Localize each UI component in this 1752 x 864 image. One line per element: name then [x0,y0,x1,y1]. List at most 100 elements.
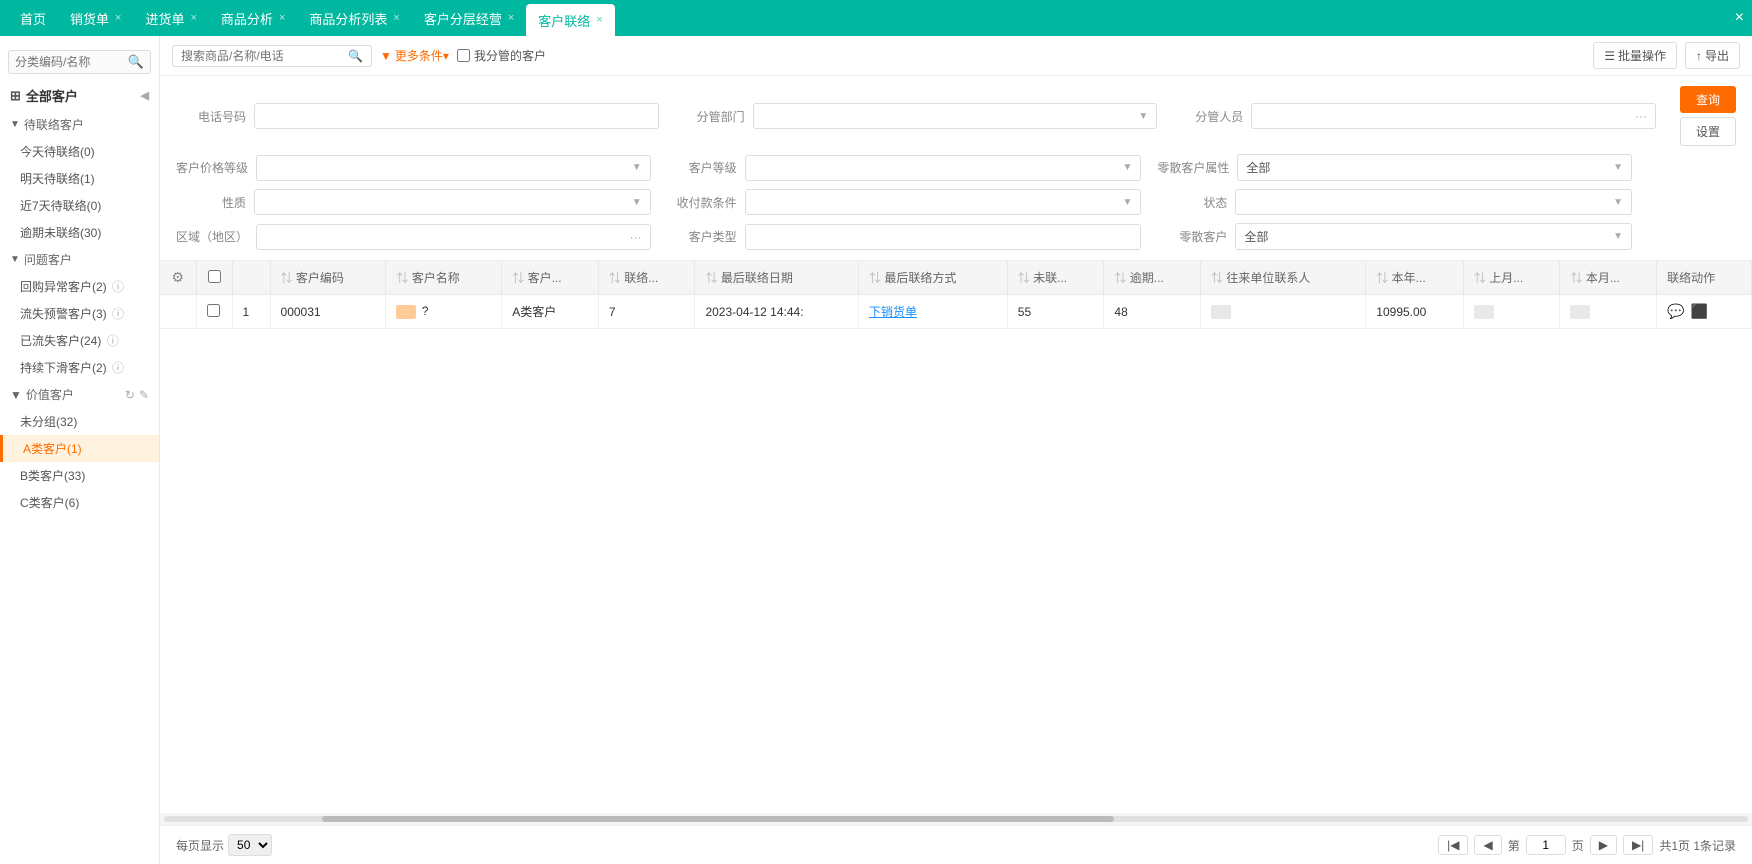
sort-handle-date: ⇅ [705,271,717,285]
close-tab-sales-icon[interactable]: × [115,12,121,24]
td-overdue: 48 [1104,295,1201,329]
price-select[interactable]: ▼ [256,155,651,181]
td-name: ? [386,295,502,329]
next-page-button[interactable]: ▶ [1590,835,1617,855]
sidebar-all-customers[interactable]: ⊞ 全部客户 ◀ [0,80,159,111]
nav-tab-sales[interactable]: 销货单 × [58,0,133,36]
region-select[interactable]: ··· [256,224,651,250]
nav-tab-analysis-list[interactable]: 商品分析列表 × [297,0,411,36]
page-input[interactable] [1526,835,1566,855]
th-type: ⇅ 客户... [502,261,599,295]
main-search-input[interactable] [181,49,348,63]
more-filters-button[interactable]: ▼ 更多条件 ▾ [380,47,449,64]
sidebar-item-today[interactable]: 今天待联络(0) [0,138,159,165]
section-problem-customers[interactable]: ▼ 问题客户 [0,246,159,273]
sidebar-search-box[interactable]: 🔍 [8,50,151,74]
query-button[interactable]: 查询 [1680,86,1736,113]
filter-cell-status: 状态 ▼ [1157,189,1648,215]
retail-attr-select[interactable]: 全部 ▼ [1237,154,1632,181]
sidebar-item-declining[interactable]: 持续下滑客户(2) ⓘ [0,354,159,381]
export-button[interactable]: ↑ 导出 [1685,42,1740,69]
refresh-icon[interactable]: ↻ [125,388,135,402]
chat-action-icon[interactable]: 💬 [1667,303,1684,320]
td-unit-contact [1201,295,1366,329]
level-select[interactable]: ▼ [745,155,1142,181]
filter-row-2: 客户价格等级 ▼ 客户等级 ▼ 零散客户属性 全部 [176,154,1736,181]
nav-tab-customer-contact[interactable]: 客户联络 × [526,4,614,36]
person-label: 分管人员 [1173,108,1243,125]
filter-cell-retail-attr: 零散客户属性 全部 ▼ [1157,154,1648,181]
sidebar-item-overdue[interactable]: 逾期未联络(30) [0,219,159,246]
sidebar-item-repurchase-abnormal[interactable]: 回购异常客户(2) ⓘ [0,273,159,300]
sort-handle-code: ⇅ [281,271,293,285]
close-tab-analysis-icon[interactable]: × [279,12,285,24]
info-icon-2: ⓘ [112,307,124,321]
filter-cell-retail-cust: 零散客户 全部 ▼ [1157,223,1648,250]
td-this-year: 10995.00 [1366,295,1464,329]
section-value-customers[interactable]: ▼ 价值客户 ↻ ✎ [0,381,159,408]
my-customers-check[interactable] [457,49,470,62]
status-select[interactable]: ▼ [1235,189,1632,215]
retail-cust-select[interactable]: 全部 ▼ [1235,223,1632,250]
close-tab-layer-icon[interactable]: × [508,12,514,24]
th-last-month: ⇅ 上月... [1463,261,1560,295]
qr-action-icon[interactable]: ⬛ [1691,303,1708,320]
sort-handle-name: ⇅ [396,271,408,285]
nature-select[interactable]: ▼ [254,189,651,215]
retail-attr-down-icon: ▼ [1613,162,1623,173]
filter-row-1: 电话号码 分管部门 ▼ 分管人员 ··· [176,86,1736,146]
table-hscroll[interactable] [160,813,1752,825]
per-page-select[interactable]: 50 [228,834,272,856]
dept-select[interactable]: ▼ [753,103,1158,129]
cust-type-select[interactable] [745,224,1142,250]
data-table: ⚙ ⇅ 客户编码 ⇅ 客户名称 [160,261,1752,329]
filter-cell-person: 分管人员 ··· [1173,103,1672,129]
level-down-icon: ▼ [1122,162,1132,173]
th-checkbox [196,261,232,295]
my-customers-checkbox[interactable]: 我分管的客户 [457,47,546,64]
region-label: 区域（地区） [176,228,248,245]
retail-attr-label: 零散客户属性 [1157,159,1229,176]
pay-select[interactable]: ▼ [745,189,1142,215]
hscroll-track [164,816,1748,822]
sidebar-item-c-class[interactable]: C类客户(6) [0,489,159,516]
close-all-button[interactable]: × [1735,9,1744,27]
close-tab-contact-icon[interactable]: × [596,14,602,26]
filter-cell-nature: 性质 ▼ [176,189,667,215]
td-check [196,295,232,329]
select-all-checkbox[interactable] [208,270,221,283]
name-redacted-blob [396,305,416,319]
sidebar-item-a-class[interactable]: A类客户(1) [0,435,159,462]
filter-icon: ▼ [380,49,392,63]
close-tab-purchase-icon[interactable]: × [190,12,196,24]
filter-cell-region: 区域（地区） ··· [176,224,667,250]
edit-icon[interactable]: ✎ [139,388,149,402]
first-page-button[interactable]: |◀ [1438,835,1468,855]
phone-input[interactable] [254,103,659,129]
batch-ops-button[interactable]: ☰ 批量操作 [1593,42,1677,69]
last-page-button[interactable]: ▶| [1623,835,1653,855]
settings-button[interactable]: 设置 [1680,117,1736,146]
prev-page-button[interactable]: ◀ [1474,835,1501,855]
sidebar-item-7days[interactable]: 近7天待联络(0) [0,192,159,219]
sidebar-search-input[interactable] [15,55,128,69]
nav-tab-purchase[interactable]: 进货单 × [133,0,208,36]
nav-tab-analysis[interactable]: 商品分析 × [209,0,297,36]
nav-home[interactable]: 首页 [8,0,58,36]
table-footer: 每页显示 50 |◀ ◀ 第 页 ▶ ▶| 共1页 1条记录 [160,825,1752,864]
row-checkbox[interactable] [207,304,220,317]
sort-handle-overdue: ⇅ [1114,271,1126,285]
close-tab-analysis-list-icon[interactable]: × [393,12,399,24]
last-method-link[interactable]: 下销货单 [869,305,917,319]
sidebar-item-ungroup[interactable]: 未分组(32) [0,408,159,435]
section-pending-contact[interactable]: ▼ 待联络客户 [0,111,159,138]
main-search-box[interactable]: 🔍 [172,45,372,67]
table-settings-button[interactable]: ⚙ [171,269,184,286]
sidebar-item-b-class[interactable]: B类客户(33) [0,462,159,489]
sidebar-item-tomorrow[interactable]: 明天待联络(1) [0,165,159,192]
person-select[interactable]: ··· [1251,103,1656,129]
nav-tab-customer-layer[interactable]: 客户分层经营 × [412,0,526,36]
sidebar-item-churned[interactable]: 已流失客户(24) ⓘ [0,327,159,354]
last-month-blob [1474,305,1494,319]
sidebar-item-churn-warning[interactable]: 流失预警客户(3) ⓘ [0,300,159,327]
